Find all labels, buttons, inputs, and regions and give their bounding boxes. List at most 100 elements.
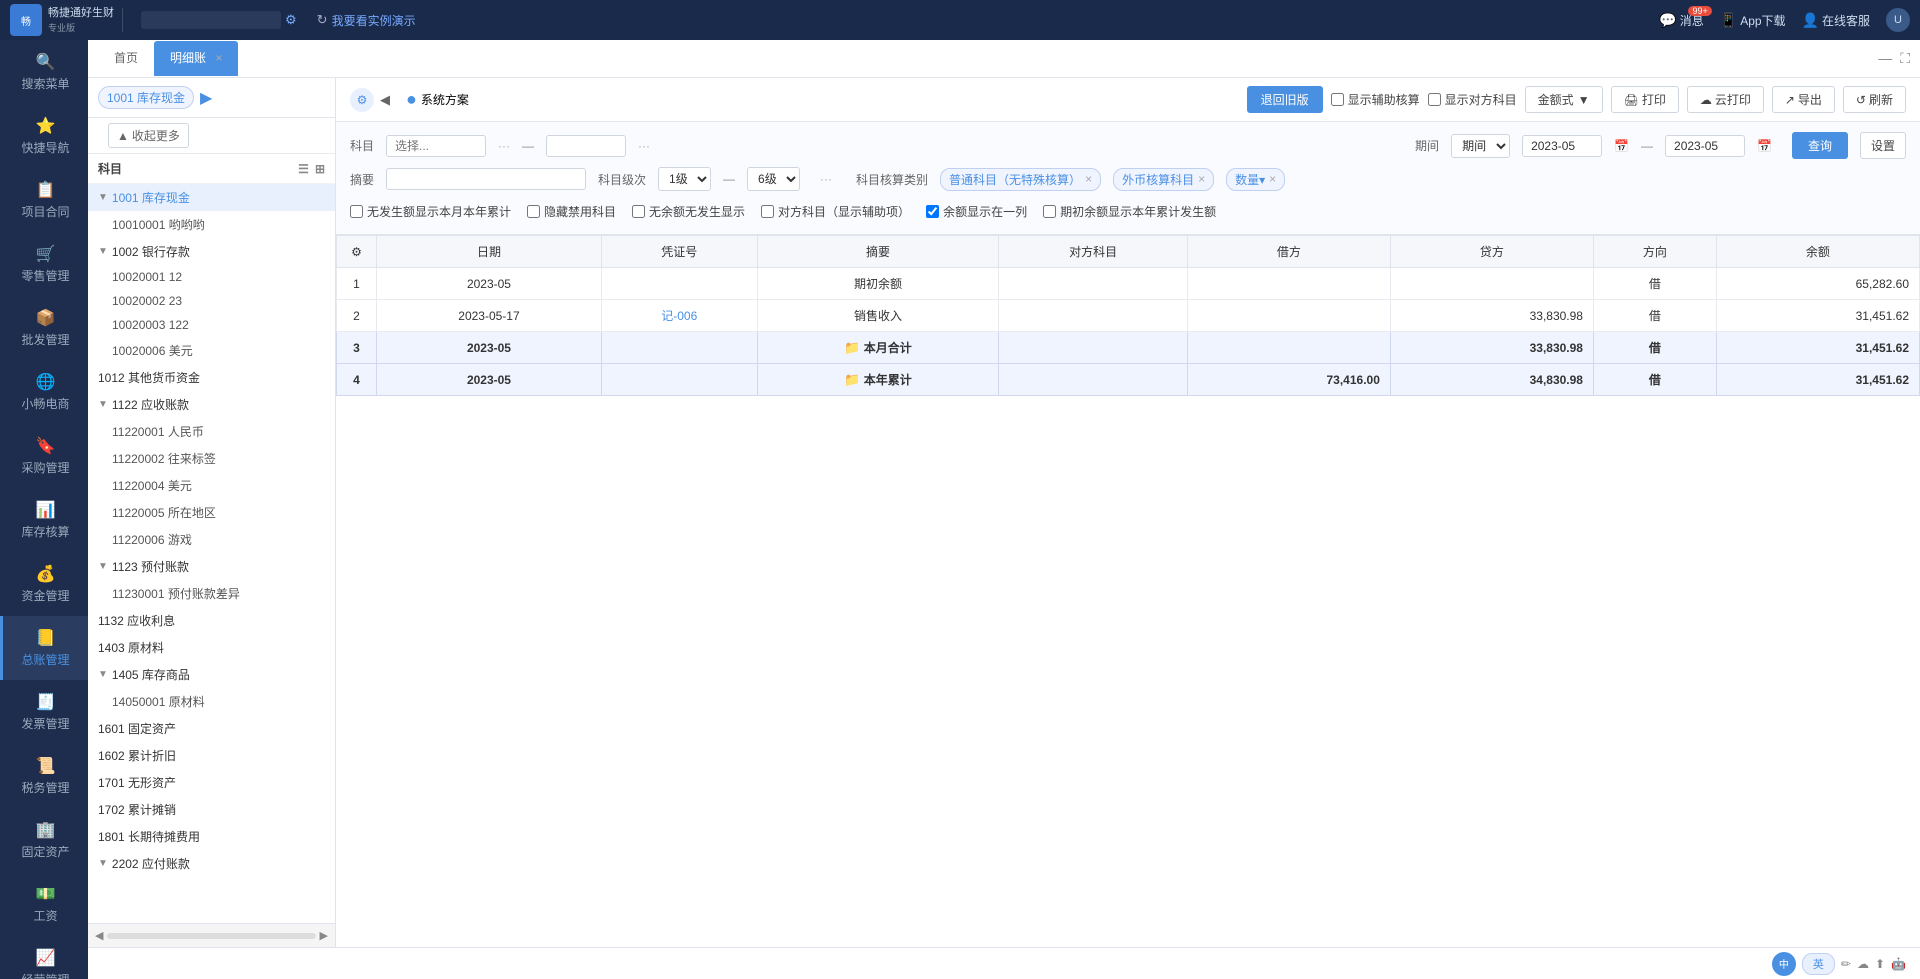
sidebar-item-tax[interactable]: 📜 税务管理 [0, 744, 88, 808]
settings-icon[interactable]: ⚙ [285, 12, 297, 28]
tab-detail[interactable]: 明细账 × [154, 41, 238, 76]
sidebar-item-operations[interactable]: 📈 经营管理 [0, 936, 88, 979]
period-calendar-icon[interactable]: 📅 [1614, 139, 1629, 153]
option-balance-one-col[interactable]: 余额显示在一列 [926, 203, 1027, 220]
col-settings[interactable]: ⚙ [337, 236, 377, 268]
tree-item-11220002[interactable]: 11220002 往来标签 [88, 445, 335, 472]
tree-item-1702[interactable]: 1702 累计摊销 [88, 796, 335, 823]
list-view-icon[interactable]: ☰ [298, 162, 309, 176]
option-initial-balance[interactable]: 期初余额显示本年累计发生额 [1043, 203, 1216, 220]
sidebar-item-ecommerce[interactable]: 🌐 小畅电商 [0, 360, 88, 424]
edit-icon[interactable]: ✏ [1841, 957, 1851, 971]
period-type-select[interactable]: 期间 [1451, 134, 1510, 158]
cloud-sync-icon[interactable]: ☁ [1857, 957, 1869, 971]
option-no-balance-input[interactable] [632, 205, 645, 218]
tree-item-11220005[interactable]: 11220005 所在地区 [88, 499, 335, 526]
bot-icon[interactable]: 🤖 [1891, 957, 1906, 971]
sidebar-item-project[interactable]: 📋 项目合同 [0, 168, 88, 232]
tree-scroll-right[interactable]: ▶ [316, 927, 332, 944]
summary-input[interactable] [386, 168, 586, 190]
show-opposite-input[interactable] [1428, 93, 1441, 106]
sidebar-item-wholesale[interactable]: 📦 批发管理 [0, 296, 88, 360]
filter-settings-btn[interactable]: 设置 [1860, 132, 1906, 159]
sidebar-item-invoice[interactable]: 🧾 发票管理 [0, 680, 88, 744]
sidebar-item-finance[interactable]: 💰 资金管理 [0, 552, 88, 616]
calc-tag-3[interactable]: 数量▾ × [1226, 168, 1285, 191]
tree-item-14050001[interactable]: 14050001 原材料 [88, 688, 335, 715]
tree-item-1132[interactable]: 1132 应收利息 [88, 607, 335, 634]
calc-tag-2-close[interactable]: × [1198, 172, 1205, 186]
tree-item-1801[interactable]: 1801 长期待摊费用 [88, 823, 335, 850]
tab-minimize-icon[interactable]: — [1878, 50, 1892, 67]
subject-input[interactable] [386, 135, 486, 157]
option-hide-disabled[interactable]: 隐藏禁用科目 [527, 203, 616, 220]
tree-item-11220004[interactable]: 11220004 美元 [88, 472, 335, 499]
sidebar-item-purchase[interactable]: 🔖 采购管理 [0, 424, 88, 488]
tab-expand-icon[interactable]: ⛶ [1900, 50, 1910, 67]
print-btn[interactable]: 🖨 打印 [1611, 86, 1679, 113]
voucher-link-2[interactable]: 记-006 [661, 309, 697, 323]
show-aux-checkbox[interactable]: 显示辅助核算 [1331, 91, 1420, 108]
tree-item-10020002[interactable]: 10020002 23 [88, 289, 335, 313]
lang-btn[interactable]: 中 [1772, 952, 1796, 976]
option-balance-one-col-input[interactable] [926, 205, 939, 218]
tab-close-icon[interactable]: × [215, 51, 222, 65]
tree-item-1403[interactable]: 1403 原材料 [88, 634, 335, 661]
app-download-btn[interactable]: 📱 App下载 [1720, 12, 1786, 29]
cell-voucher-2[interactable]: 记-006 [601, 300, 757, 332]
level-from-select[interactable]: 1级 [658, 167, 711, 191]
cloud-upload-icon[interactable]: ⬆ [1875, 957, 1885, 971]
tree-item-1002[interactable]: ▼ 1002 银行存款 [88, 238, 335, 265]
show-opposite-checkbox[interactable]: 显示对方科目 [1428, 91, 1517, 108]
tree-item-1405[interactable]: ▼ 1405 库存商品 [88, 661, 335, 688]
message-badge[interactable]: 💬 消息 99+ [1659, 12, 1703, 29]
export-btn[interactable]: ↗ 导出 [1772, 86, 1835, 113]
sidebar-item-ledger[interactable]: 📒 总账管理 [0, 616, 88, 680]
tree-item-1701[interactable]: 1701 无形资产 [88, 769, 335, 796]
period-start-input[interactable] [1522, 135, 1602, 157]
option-no-amount[interactable]: 无发生额显示本月本年累计 [350, 203, 511, 220]
sidebar-item-salary[interactable]: 💵 工资 [0, 872, 88, 936]
tree-item-10010001[interactable]: 10010001 哟哟哟 [88, 211, 335, 238]
option-no-balance[interactable]: 无余额无发生显示 [632, 203, 745, 220]
tree-item-1001[interactable]: ▼ 1001 库存现金 [88, 184, 335, 211]
tree-item-1123[interactable]: ▼ 1123 预付账款 [88, 553, 335, 580]
option-opposite-subject[interactable]: 对方科目（显示辅助项） [761, 203, 910, 220]
sidebar-item-search[interactable]: 🔍 搜索菜单 [0, 40, 88, 104]
horizontal-scrollbar[interactable] [107, 933, 315, 939]
calc-tag-2[interactable]: 外币核算科目 × [1113, 168, 1214, 191]
user-info[interactable]: U [1886, 8, 1910, 32]
tree-item-10020001[interactable]: 10020001 12 [88, 265, 335, 289]
sidebar-item-quick-nav[interactable]: ⭐ 快捷导航 [0, 104, 88, 168]
option-initial-balance-input[interactable] [1043, 205, 1056, 218]
tree-item-10020003[interactable]: 10020003 122 [88, 313, 335, 337]
level-to-select[interactable]: 6级 [747, 167, 800, 191]
tree-item-11230001[interactable]: 11230001 预付账款差异 [88, 580, 335, 607]
online-service-btn[interactable]: 👤 在线客服 [1802, 12, 1870, 29]
tree-item-1602[interactable]: 1602 累计折旧 [88, 742, 335, 769]
period-end-calendar-icon[interactable]: 📅 [1757, 139, 1772, 153]
tree-item-1012[interactable]: 1012 其他货币资金 [88, 364, 335, 391]
refresh-btn[interactable]: ↺ 刷新 [1843, 86, 1906, 113]
query-btn[interactable]: 查询 [1792, 132, 1848, 159]
option-hide-disabled-input[interactable] [527, 205, 540, 218]
option-opposite-subject-input[interactable] [761, 205, 774, 218]
top-search-input[interactable] [141, 11, 281, 29]
calc-tag-1-close[interactable]: × [1085, 172, 1092, 186]
demo-button[interactable]: 我要看实例演示 [332, 12, 416, 29]
back-old-btn[interactable]: 退回旧版 [1247, 86, 1323, 113]
cloud-print-btn[interactable]: ☁ 云打印 [1687, 86, 1764, 113]
tab-home[interactable]: 首页 [98, 41, 154, 76]
tree-scroll-left[interactable]: ◀ [91, 927, 107, 944]
eat-btn[interactable]: 英 [1802, 953, 1835, 975]
collapse-more-btn[interactable]: ▲ 收起更多 [108, 123, 189, 148]
expand-tree-icon[interactable]: ⊞ [315, 162, 325, 176]
subject-end-input[interactable] [546, 135, 626, 157]
sidebar-item-fixed-assets[interactable]: 🏢 固定资产 [0, 808, 88, 872]
nav-right-arrow[interactable]: ▶ [200, 88, 212, 108]
period-end-input[interactable] [1665, 135, 1745, 157]
tree-item-2202[interactable]: ▼ 2202 应付账款 [88, 850, 335, 877]
calc-tag-1[interactable]: 普通科目（无特殊核算） × [940, 168, 1101, 191]
tree-item-1122[interactable]: ▼ 1122 应收账款 [88, 391, 335, 418]
show-aux-input[interactable] [1331, 93, 1344, 106]
